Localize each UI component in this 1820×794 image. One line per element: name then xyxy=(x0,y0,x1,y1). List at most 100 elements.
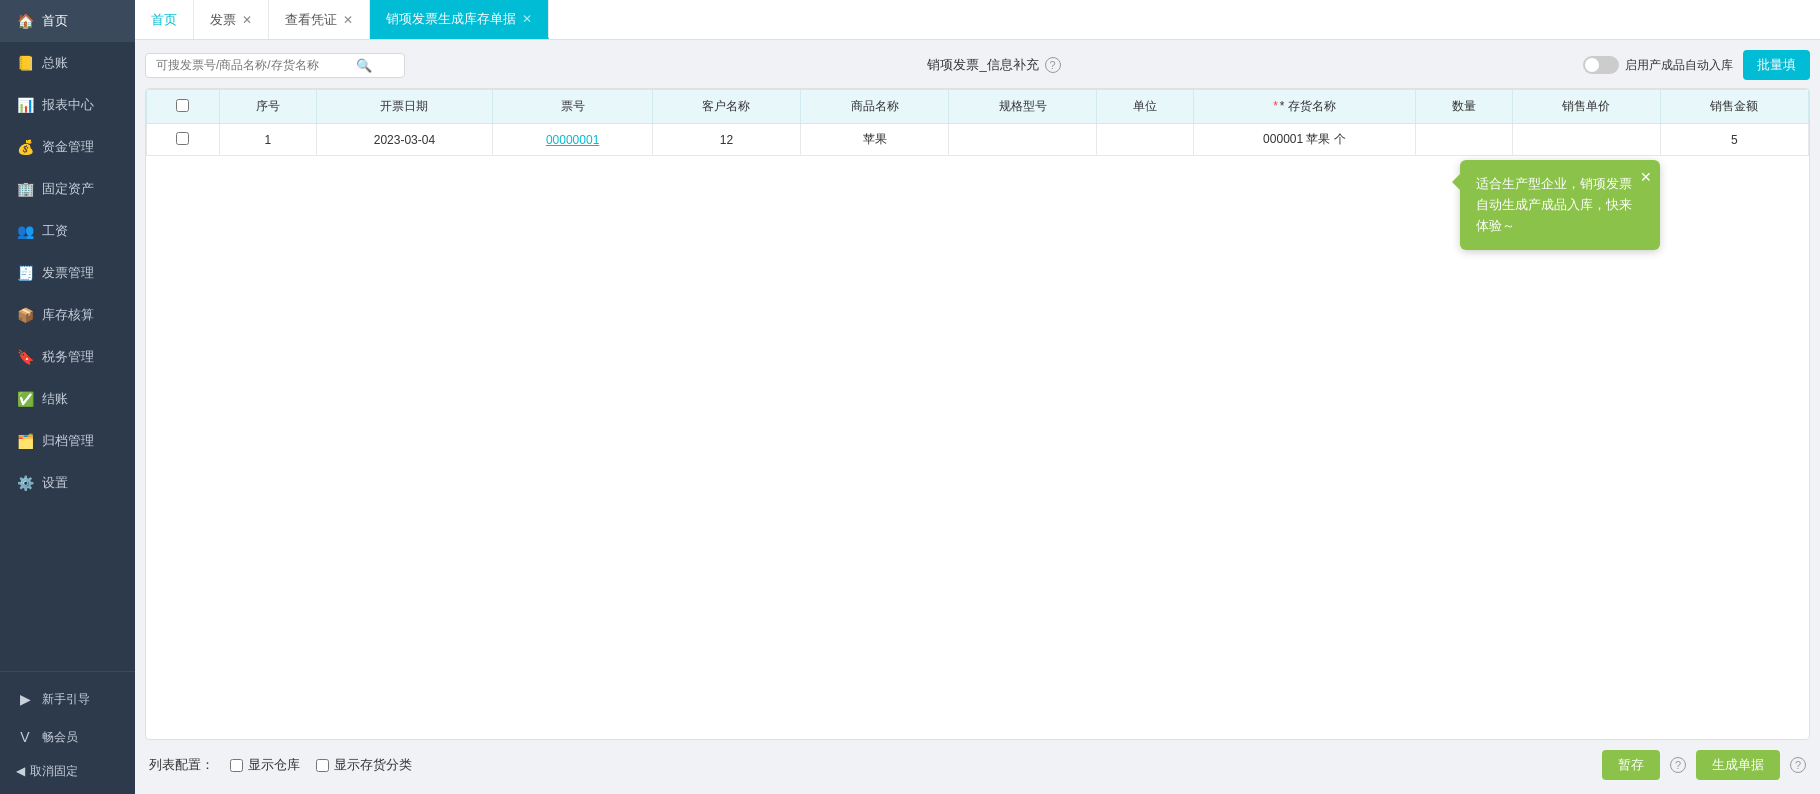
sidebar-item-label: 首页 xyxy=(42,12,68,30)
footer: 列表配置： 显示仓库 显示存货分类 暂存 ? 生成单据 ? xyxy=(145,740,1810,784)
toggle-knob xyxy=(1585,58,1599,72)
sidebar-item-funds[interactable]: 💰 资金管理 xyxy=(0,126,135,168)
help-icon-save[interactable]: ? xyxy=(1670,757,1686,773)
search-box[interactable]: 🔍 xyxy=(145,53,405,78)
th-quantity: 数量 xyxy=(1416,90,1513,124)
sidebar-item-settings[interactable]: ⚙️ 设置 xyxy=(0,462,135,504)
tab-bar: 首页 发票 ✕ 查看凭证 ✕ 销项发票生成库存单据 ✕ xyxy=(135,0,1820,40)
help-icon-generate[interactable]: ? xyxy=(1790,757,1806,773)
sidebar-item-label: 结账 xyxy=(42,390,68,408)
tab-sales-inventory[interactable]: 销项发票生成库存单据 ✕ xyxy=(370,0,549,39)
show-category-checkbox-label[interactable]: 显示存货分类 xyxy=(316,756,412,774)
generate-button[interactable]: 生成单据 xyxy=(1696,750,1780,780)
td-amount: 5 xyxy=(1660,124,1808,156)
search-input[interactable] xyxy=(156,58,356,72)
home-icon: 🏠 xyxy=(16,12,34,30)
show-warehouse-label: 显示仓库 xyxy=(248,756,300,774)
batch-fill-button[interactable]: 批量填 xyxy=(1743,50,1810,80)
funds-icon: 💰 xyxy=(16,138,34,156)
main-relative: 🔍 销项发票_信息补充 ? 启用产成品自动入库 批量填 xyxy=(135,40,1820,794)
tooltip-close-icon[interactable]: ✕ xyxy=(1640,166,1652,188)
th-seq: 序号 xyxy=(219,90,316,124)
sidebar-item-vip[interactable]: V 畅会员 xyxy=(0,718,135,756)
bottom-bar: ◀ 取消固定 xyxy=(0,756,135,786)
tab-close-icon[interactable]: ✕ xyxy=(343,13,353,27)
inventory-icon: 📦 xyxy=(16,306,34,324)
sidebar-item-label: 设置 xyxy=(42,474,68,492)
main-table: 序号 开票日期 票号 客户名称 商品名称 规格型号 单位 ** 存货名称 数量 … xyxy=(146,89,1809,156)
footer-right: 暂存 ? 生成单据 ? xyxy=(1602,750,1806,780)
show-warehouse-checkbox[interactable] xyxy=(230,759,243,772)
sidebar-bottom: ▶ 新手引导 V 畅会员 ◀ 取消固定 xyxy=(0,671,135,794)
sidebar-item-reports[interactable]: 📊 报表中心 xyxy=(0,84,135,126)
tab-home[interactable]: 首页 xyxy=(135,0,194,39)
sidebar-item-payroll[interactable]: 👥 工资 xyxy=(0,210,135,252)
sidebar-item-label: 归档管理 xyxy=(42,432,94,450)
sidebar-item-label: 发票管理 xyxy=(42,264,94,282)
main-area: 首页 发票 ✕ 查看凭证 ✕ 销项发票生成库存单据 ✕ 🔍 销项发票_信息补充 xyxy=(135,0,1820,794)
th-inventory: ** 存货名称 xyxy=(1193,90,1416,124)
toggle-label: 启用产成品自动入库 xyxy=(1625,57,1733,74)
tab-label: 查看凭证 xyxy=(285,11,337,29)
arrow-icon: ◀ xyxy=(16,764,25,778)
settings-icon: ⚙️ xyxy=(16,474,34,492)
tab-voucher[interactable]: 查看凭证 ✕ xyxy=(269,0,370,39)
guide-icon: ▶ xyxy=(16,690,34,708)
td-checkbox xyxy=(147,124,220,156)
help-icon-center[interactable]: ? xyxy=(1045,57,1061,73)
sidebar-item-label: 固定资产 xyxy=(42,180,94,198)
sidebar-item-label: 报表中心 xyxy=(42,96,94,114)
tab-invoice[interactable]: 发票 ✕ xyxy=(194,0,269,39)
td-date: 2023-03-04 xyxy=(316,124,493,156)
toolbar-right: 启用产成品自动入库 批量填 xyxy=(1583,50,1810,80)
td-customer: 12 xyxy=(652,124,800,156)
td-unit-price xyxy=(1512,124,1660,156)
tooltip-text: 适合生产型企业，销项发票自动生成产成品入库，快来体验～ xyxy=(1476,176,1632,233)
footer-left: 列表配置： 显示仓库 显示存货分类 xyxy=(149,756,412,774)
center-label: 销项发票_信息补充 xyxy=(927,56,1038,74)
sidebar: 🏠 首页 📒 总账 📊 报表中心 💰 资金管理 🏢 固定资产 👥 工资 🧾 发票… xyxy=(0,0,135,794)
invoices-icon: 🧾 xyxy=(16,264,34,282)
sidebar-item-label: 工资 xyxy=(42,222,68,240)
select-all-checkbox[interactable] xyxy=(176,99,189,112)
assets-icon: 🏢 xyxy=(16,180,34,198)
closing-icon: ✅ xyxy=(16,390,34,408)
sidebar-item-home[interactable]: 🏠 首页 xyxy=(0,0,135,42)
td-inventory[interactable]: 000001 苹果 个 xyxy=(1193,124,1416,156)
auto-warehouse-toggle[interactable] xyxy=(1583,56,1619,74)
sidebar-item-inventory[interactable]: 📦 库存核算 xyxy=(0,294,135,336)
sidebar-item-ledger[interactable]: 📒 总账 xyxy=(0,42,135,84)
th-ticket-no: 票号 xyxy=(493,90,653,124)
th-amount: 销售金额 xyxy=(1660,90,1808,124)
td-ticket-no[interactable]: 00000001 xyxy=(493,124,653,156)
invoice-link[interactable]: 00000001 xyxy=(546,133,599,147)
tax-icon: 🔖 xyxy=(16,348,34,366)
unpin-button[interactable]: ◀ 取消固定 xyxy=(16,763,78,780)
config-label: 列表配置： xyxy=(149,756,214,774)
toggle-wrapper: 启用产成品自动入库 xyxy=(1583,56,1733,74)
toolbar-center: 销项发票_信息补充 ? xyxy=(927,56,1060,74)
show-category-checkbox[interactable] xyxy=(316,759,329,772)
tab-close-icon[interactable]: ✕ xyxy=(242,13,252,27)
th-date: 开票日期 xyxy=(316,90,493,124)
sidebar-item-invoices[interactable]: 🧾 发票管理 xyxy=(0,252,135,294)
sidebar-item-assets[interactable]: 🏢 固定资产 xyxy=(0,168,135,210)
page-content: 🔍 销项发票_信息补充 ? 启用产成品自动入库 批量填 xyxy=(135,40,1820,794)
th-checkbox xyxy=(147,90,220,124)
row-checkbox[interactable] xyxy=(176,132,189,145)
show-warehouse-checkbox-label[interactable]: 显示仓库 xyxy=(230,756,300,774)
sidebar-bottom-label: 新手引导 xyxy=(42,691,90,708)
td-unit xyxy=(1097,124,1194,156)
th-spec: 规格型号 xyxy=(949,90,1097,124)
sidebar-item-guide[interactable]: ▶ 新手引导 xyxy=(0,680,135,718)
tab-label: 销项发票生成库存单据 xyxy=(386,10,516,28)
sidebar-item-archive[interactable]: 🗂️ 归档管理 xyxy=(0,420,135,462)
sidebar-item-label: 库存核算 xyxy=(42,306,94,324)
sidebar-item-tax[interactable]: 🔖 税务管理 xyxy=(0,336,135,378)
tab-close-icon[interactable]: ✕ xyxy=(522,12,532,26)
td-spec xyxy=(949,124,1097,156)
save-button[interactable]: 暂存 xyxy=(1602,750,1660,780)
th-unit-price: 销售单价 xyxy=(1512,90,1660,124)
sidebar-item-closing[interactable]: ✅ 结账 xyxy=(0,378,135,420)
sidebar-item-label: 资金管理 xyxy=(42,138,94,156)
